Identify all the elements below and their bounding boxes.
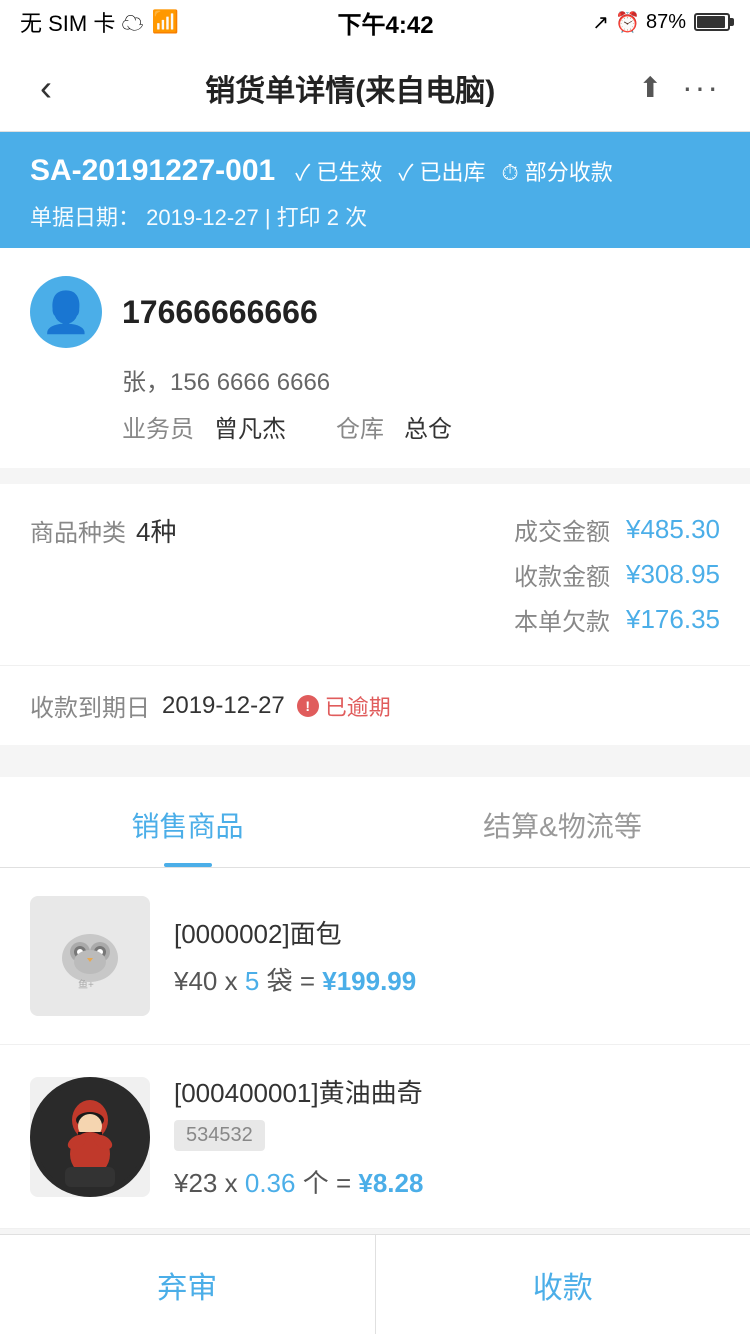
status-badge-partial: ⏱ 部分收款 xyxy=(501,155,612,187)
category-stats: 商品种类 4种 xyxy=(30,512,176,549)
svg-text:鱼+: 鱼+ xyxy=(78,978,94,991)
product-qty-2: 0.36 xyxy=(245,1168,296,1198)
product-price-2: ¥23 x 0.36 个 = ¥8.28 xyxy=(174,1163,720,1200)
product-sku-2: 534532 xyxy=(174,1120,265,1151)
collect-button[interactable]: 收款 xyxy=(376,1235,750,1334)
overdue-badge: ! 已逾期 xyxy=(297,690,391,722)
warehouse-value: 总仓 xyxy=(404,416,452,443)
overdue-label: 收款到期日 xyxy=(30,688,150,723)
bottom-toolbar: 弃审 收款 xyxy=(0,1234,750,1334)
order-id: SA-20191227-001 xyxy=(30,154,275,188)
status-bar: 无 SIM 卡 ☁ 📶 下午4:42 ↗ ⏰ 87% xyxy=(0,0,750,44)
tab-products[interactable]: 销售商品 xyxy=(0,777,375,867)
tab-settlement[interactable]: 结算&物流等 xyxy=(375,777,750,867)
tabs-container: 销售商品 结算&物流等 xyxy=(0,777,750,868)
received-value: ¥308.95 xyxy=(626,559,720,590)
product-total-2: ¥8.28 xyxy=(358,1168,423,1198)
order-header: SA-20191227-001 ✓ 已生效 ✓ 已出库 ⏱ 部分收款 单据日期：… xyxy=(0,132,750,248)
amount-stats: 成交金额 ¥485.30 收款金额 ¥308.95 本单欠款 ¥176.35 xyxy=(514,512,720,637)
amount-value: ¥485.30 xyxy=(626,514,720,545)
customer-contact: 张，156 6666 6666 xyxy=(122,362,720,397)
product-thumb-1: 鱼+ xyxy=(30,896,150,1016)
wifi-icon: 📶 xyxy=(151,9,178,35)
avatar: 👤 xyxy=(30,276,102,348)
location-icon: ↗ xyxy=(592,10,609,35)
share-icon[interactable]: ⬆ xyxy=(639,71,662,104)
sales-value: 曾凡杰 xyxy=(214,416,286,443)
category-label: 商品种类 xyxy=(30,513,126,548)
debt-label: 本单欠款 xyxy=(514,602,610,637)
battery-percent: 87% xyxy=(646,11,686,34)
nav-bar: ‹ 销货单详情(来自电脑) ⬆ ··· xyxy=(0,44,750,132)
debt-value: ¥176.35 xyxy=(626,604,720,635)
products-section: 鱼+ [0000002]面包 ¥40 x 5 袋 = ¥199.99 xyxy=(0,868,750,1229)
product-info-1: [0000002]面包 ¥40 x 5 袋 = ¥199.99 xyxy=(174,914,720,998)
overdue-dot-icon: ! xyxy=(297,695,319,717)
overdue-date: 2019-12-27 xyxy=(162,692,285,720)
section-divider-2 xyxy=(0,745,750,761)
status-right: ↗ ⏰ 87% xyxy=(592,10,730,35)
order-date: 单据日期： 2019-12-27 | 打印 2 次 xyxy=(30,200,720,232)
sales-label: 业务员 xyxy=(122,416,194,443)
product-info-2: [000400001]黄油曲奇 534532 ¥23 x 0.36 个 = ¥8… xyxy=(174,1073,720,1200)
received-label: 收款金额 xyxy=(514,557,610,592)
stats-section: 商品种类 4种 成交金额 ¥485.30 收款金额 ¥308.95 本单欠款 ¥… xyxy=(0,484,750,665)
reject-button[interactable]: 弃审 xyxy=(0,1235,376,1334)
overdue-text: 已逾期 xyxy=(325,690,391,722)
nav-actions: ⬆ ··· xyxy=(639,69,720,106)
product-thumb-2 xyxy=(30,1077,150,1197)
sim-status: 无 SIM 卡 ☁ xyxy=(20,6,143,38)
product-name-2: [000400001]黄油曲奇 xyxy=(174,1073,720,1110)
product-item-2: [000400001]黄油曲奇 534532 ¥23 x 0.36 个 = ¥8… xyxy=(0,1045,750,1229)
product-price-1: ¥40 x 5 袋 = ¥199.99 xyxy=(174,961,720,998)
status-left: 无 SIM 卡 ☁ 📶 xyxy=(20,6,179,38)
status-badge-shipped: ✓ 已出库 xyxy=(398,155,485,187)
product-item-1: 鱼+ [0000002]面包 ¥40 x 5 袋 = ¥199.99 xyxy=(0,868,750,1045)
status-time: 下午4:42 xyxy=(338,5,434,40)
status-badges: ✓ 已生效 ✓ 已出库 ⏱ 部分收款 xyxy=(295,155,613,187)
overdue-section: 收款到期日 2019-12-27 ! 已逾期 xyxy=(0,666,750,745)
page-title: 销货单详情(来自电脑) xyxy=(205,66,495,110)
product-name-1: [0000002]面包 xyxy=(174,914,720,951)
debt-row: 本单欠款 ¥176.35 xyxy=(514,602,720,637)
customer-name: 17666666666 xyxy=(122,294,318,331)
alarm-icon: ⏰ xyxy=(615,10,640,35)
category-value: 4种 xyxy=(136,512,176,549)
customer-meta: 业务员 曾凡杰 仓库 总仓 xyxy=(122,409,720,444)
battery-icon xyxy=(694,13,730,31)
received-row: 收款金额 ¥308.95 xyxy=(514,557,720,592)
amount-label: 成交金额 xyxy=(514,512,610,547)
status-badge-effective: ✓ 已生效 xyxy=(295,155,382,187)
back-button[interactable]: ‹ xyxy=(30,57,62,119)
warehouse-label: 仓库 xyxy=(336,416,384,443)
product-qty-1: 5 xyxy=(245,966,259,996)
product-image-2 xyxy=(30,1077,150,1197)
product-total-1: ¥199.99 xyxy=(322,966,416,996)
customer-section: 👤 17666666666 张，156 6666 6666 业务员 曾凡杰 仓库… xyxy=(0,248,750,468)
section-divider-1 xyxy=(0,468,750,484)
amount-row: 成交金额 ¥485.30 xyxy=(514,512,720,547)
avatar-icon: 👤 xyxy=(41,289,91,336)
more-icon[interactable]: ··· xyxy=(682,69,720,106)
